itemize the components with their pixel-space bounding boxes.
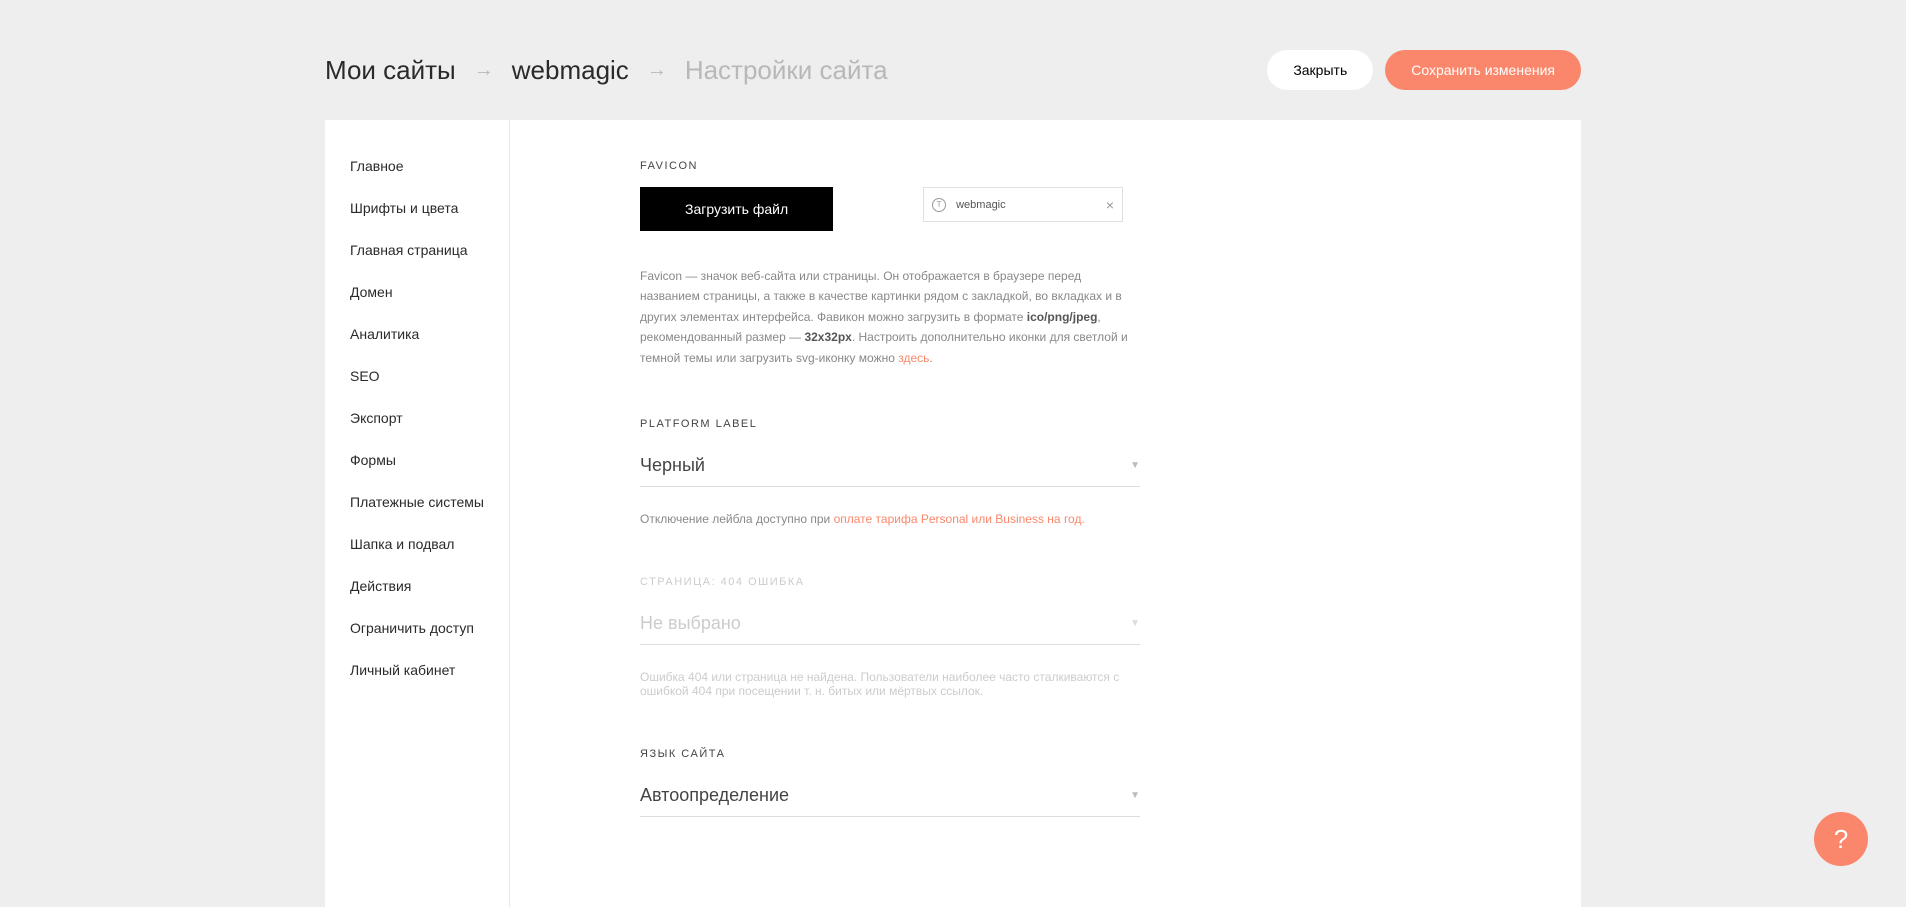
breadcrumb-sites[interactable]: Мои сайты bbox=[325, 55, 456, 86]
sidebar-item-main[interactable]: Главное bbox=[325, 145, 509, 187]
language-value: Автоопределение bbox=[640, 785, 789, 806]
sidebar-item-restrict[interactable]: Ограничить доступ bbox=[325, 607, 509, 649]
favicon-preview-title: webmagic bbox=[956, 199, 1006, 211]
sidebar-item-actions[interactable]: Действия bbox=[325, 565, 509, 607]
language-section: ЯЗЫК САЙТА Автоопределение ▼ bbox=[640, 748, 1140, 817]
sidebar-item-analytics[interactable]: Аналитика bbox=[325, 313, 509, 355]
sidebar-item-forms[interactable]: Формы bbox=[325, 439, 509, 481]
sidebar-item-payments[interactable]: Платежные системы bbox=[325, 481, 509, 523]
sidebar-item-fonts[interactable]: Шрифты и цвета bbox=[325, 187, 509, 229]
header: Мои сайты → webmagic → Настройки сайта З… bbox=[325, 40, 1581, 120]
caret-down-icon: ▼ bbox=[1130, 618, 1140, 629]
favicon-hint-formats: ico/png/jpeg bbox=[1027, 310, 1098, 324]
favicon-hint-text: . bbox=[929, 351, 932, 365]
page-404-note: Ошибка 404 или страница не найдена. Поль… bbox=[640, 670, 1140, 698]
page-404-title: СТРАНИЦА: 404 ОШИБКА bbox=[640, 576, 1140, 588]
sidebar-item-export[interactable]: Экспорт bbox=[325, 397, 509, 439]
sidebar: Главное Шрифты и цвета Главная страница … bbox=[325, 120, 510, 907]
favicon-upload-row: Загрузить файл T webmagic bbox=[640, 187, 1140, 231]
settings-panel: Главное Шрифты и цвета Главная страница … bbox=[325, 120, 1581, 907]
sidebar-item-headerfooter[interactable]: Шапка и подвал bbox=[325, 523, 509, 565]
help-button[interactable]: ? bbox=[1814, 812, 1868, 866]
favicon-hint: Favicon — значок веб-сайта или страницы.… bbox=[640, 266, 1140, 368]
arrow-icon: → bbox=[647, 59, 667, 82]
sidebar-item-seo[interactable]: SEO bbox=[325, 355, 509, 397]
language-select[interactable]: Автоопределение ▼ bbox=[640, 775, 1140, 817]
language-title: ЯЗЫК САЙТА bbox=[640, 748, 1140, 760]
sidebar-item-domain[interactable]: Домен bbox=[325, 271, 509, 313]
favicon-hint-size: 32x32px bbox=[804, 330, 851, 344]
page-404-value: Не выбрано bbox=[640, 613, 741, 634]
upload-favicon-button[interactable]: Загрузить файл bbox=[640, 187, 833, 231]
platform-note-text: Отключение лейбла доступно при bbox=[640, 512, 834, 526]
favicon-section: FAVICON Загрузить файл T webmagic Favico… bbox=[640, 160, 1140, 368]
save-button[interactable]: Сохранить изменения bbox=[1385, 50, 1581, 90]
breadcrumb-settings: Настройки сайта bbox=[685, 55, 888, 86]
favicon-preview-tab: T webmagic bbox=[923, 187, 1123, 222]
main-content: FAVICON Загрузить файл T webmagic Favico… bbox=[510, 120, 1270, 907]
close-button[interactable]: Закрыть bbox=[1267, 50, 1373, 90]
favicon-preview-icon: T bbox=[932, 198, 946, 212]
page-404-section: СТРАНИЦА: 404 ОШИБКА Не выбрано ▼ Ошибка… bbox=[640, 576, 1140, 698]
breadcrumb-project[interactable]: webmagic bbox=[512, 55, 629, 86]
platform-label-section: PLATFORM LABEL Черный ▼ Отключение лейбл… bbox=[640, 418, 1140, 526]
arrow-icon: → bbox=[474, 59, 494, 82]
platform-note-link[interactable]: оплате тарифа Personal или Business на г… bbox=[834, 512, 1085, 526]
platform-label-select[interactable]: Черный ▼ bbox=[640, 445, 1140, 487]
page-404-select[interactable]: Не выбрано ▼ bbox=[640, 603, 1140, 645]
platform-label-note: Отключение лейбла доступно при оплате та… bbox=[640, 512, 1140, 526]
caret-down-icon: ▼ bbox=[1130, 460, 1140, 471]
caret-down-icon: ▼ bbox=[1130, 790, 1140, 801]
sidebar-item-homepage[interactable]: Главная страница bbox=[325, 229, 509, 271]
platform-label-title: PLATFORM LABEL bbox=[640, 418, 1140, 430]
sidebar-item-account[interactable]: Личный кабинет bbox=[325, 649, 509, 691]
favicon-hint-link[interactable]: здесь bbox=[898, 351, 929, 365]
platform-label-value: Черный bbox=[640, 455, 705, 476]
header-actions: Закрыть Сохранить изменения bbox=[1267, 50, 1581, 90]
breadcrumb: Мои сайты → webmagic → Настройки сайта bbox=[325, 55, 888, 86]
favicon-label: FAVICON bbox=[640, 160, 1140, 172]
